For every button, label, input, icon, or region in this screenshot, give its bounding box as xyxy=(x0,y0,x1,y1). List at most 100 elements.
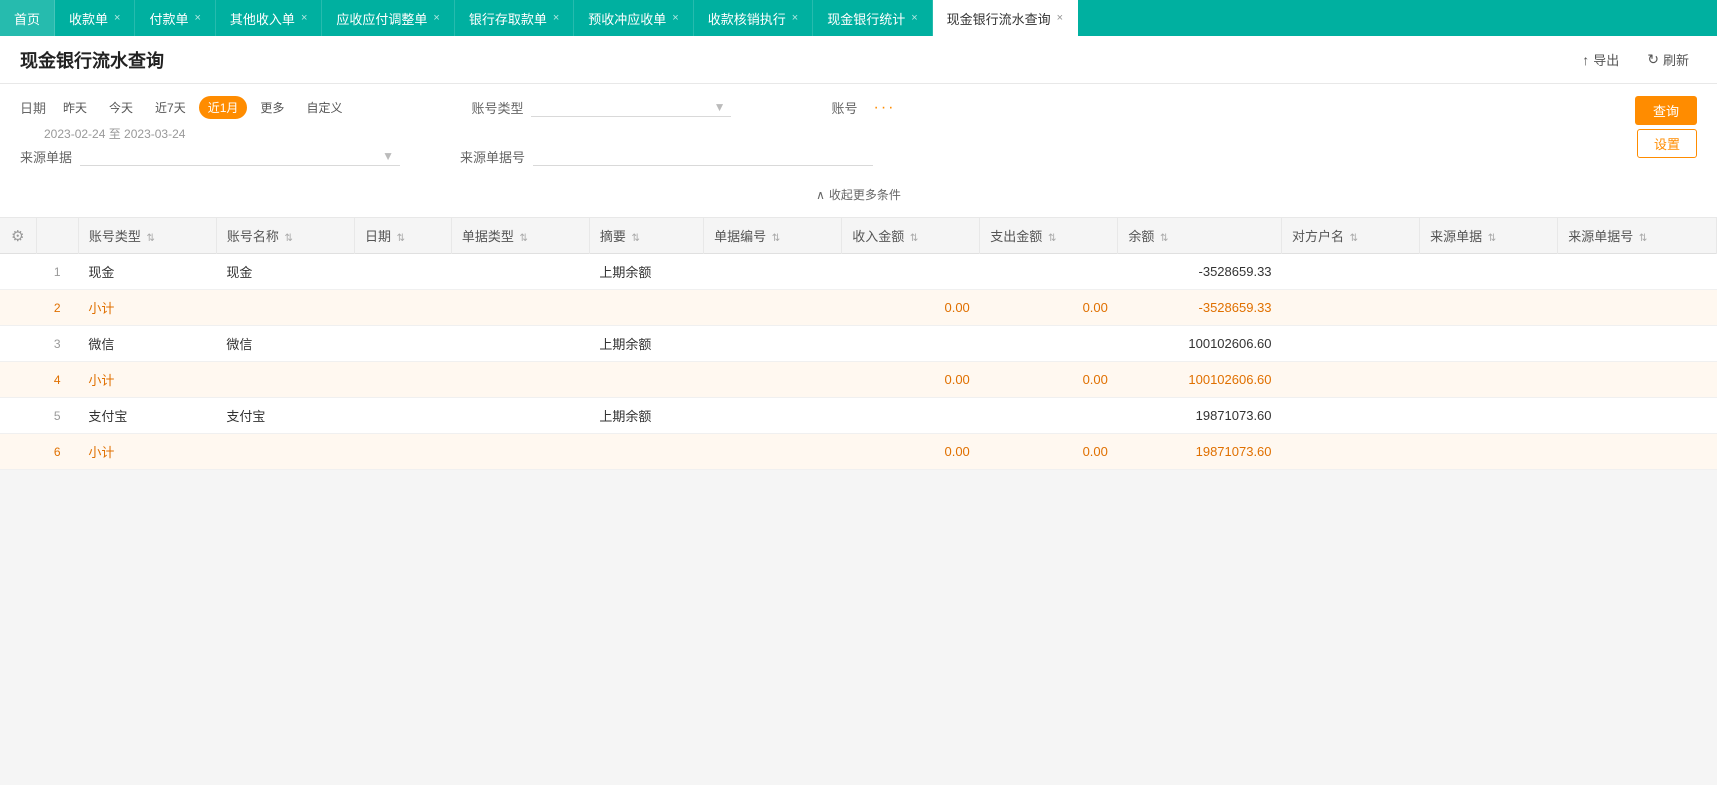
nav-verification[interactable]: 收款核销执行 × xyxy=(694,0,813,36)
chevron-down-icon-2: ▼ xyxy=(382,149,394,163)
close-icon[interactable]: × xyxy=(433,12,439,24)
settings-button[interactable]: 设置 xyxy=(1637,129,1697,158)
table-row[interactable]: 1现金现金上期余额-3528659.33 xyxy=(0,254,1717,290)
filter-actions: 查询 设置 xyxy=(1627,96,1697,158)
close-icon[interactable]: × xyxy=(301,12,307,24)
table-row[interactable]: 4小计0.000.00100102606.60 xyxy=(0,362,1717,398)
close-icon[interactable]: × xyxy=(194,12,200,24)
nav-prepayment[interactable]: 预收冲应收单 × xyxy=(574,0,693,36)
date-7days[interactable]: 近7天 xyxy=(146,96,195,119)
row-account-name: 支付宝 xyxy=(216,398,354,434)
row-summary xyxy=(589,362,703,398)
col-income[interactable]: 收入金额 ⇅ xyxy=(842,218,980,254)
row-source-doc xyxy=(1420,398,1558,434)
close-icon[interactable]: × xyxy=(672,12,678,24)
date-more[interactable]: 更多 xyxy=(251,96,293,119)
date-today[interactable]: 今天 xyxy=(100,96,142,119)
row-doc-number xyxy=(704,398,842,434)
row-balance: -3528659.33 xyxy=(1118,290,1282,326)
close-icon[interactable]: × xyxy=(1057,12,1063,24)
close-icon[interactable]: × xyxy=(114,12,120,24)
source-doc-select[interactable]: ▼ xyxy=(80,147,400,166)
sort-icon: ⇅ xyxy=(1350,233,1358,244)
col-date[interactable]: 日期 ⇅ xyxy=(354,218,451,254)
row-summary: 上期余额 xyxy=(589,254,703,290)
collapse-bar[interactable]: ∧ 收起更多条件 xyxy=(20,182,1697,209)
row-source-doc-num xyxy=(1558,326,1717,362)
table-row[interactable]: 2小计0.000.00-3528659.33 xyxy=(0,290,1717,326)
col-seq xyxy=(36,218,78,254)
nav-adjustment[interactable]: 应收应付调整单 × xyxy=(322,0,454,36)
nav-cashflow[interactable]: 现金银行流水查询 × xyxy=(933,0,1078,36)
col-doc-type[interactable]: 单据类型 ⇅ xyxy=(451,218,589,254)
row-doc-type xyxy=(451,434,589,470)
page-title: 现金银行流水查询 xyxy=(20,47,164,73)
top-nav: 首页 收款单 × 付款单 × 其他收入单 × 应收应付调整单 × 银行存取款单 … xyxy=(0,0,1717,36)
row-expense xyxy=(980,326,1118,362)
row-source-doc xyxy=(1420,434,1558,470)
refresh-button[interactable]: ↻ 刷新 xyxy=(1639,46,1697,73)
nav-stats[interactable]: 现金银行统计 × xyxy=(813,0,932,36)
row-income xyxy=(842,254,980,290)
close-icon[interactable]: × xyxy=(792,12,798,24)
row-checkbox xyxy=(0,398,36,434)
row-income xyxy=(842,398,980,434)
row-source-doc xyxy=(1420,290,1558,326)
source-doc-num-input[interactable] xyxy=(533,146,873,166)
chevron-down-icon: ▼ xyxy=(714,100,726,114)
account-type-label: 账号类型 xyxy=(471,98,523,117)
col-balance[interactable]: 余额 ⇅ xyxy=(1118,218,1282,254)
close-icon[interactable]: × xyxy=(553,12,559,24)
row-summary xyxy=(589,434,703,470)
col-account-name[interactable]: 账号名称 ⇅ xyxy=(216,218,354,254)
nav-receipt[interactable]: 收款单 × xyxy=(55,0,135,36)
date-shortcuts: 昨天 今天 近7天 近1月 更多 自定义 xyxy=(54,96,351,119)
col-counterpart[interactable]: 对方户名 ⇅ xyxy=(1282,218,1420,254)
row-expense xyxy=(980,398,1118,434)
query-button[interactable]: 查询 xyxy=(1635,96,1697,125)
row-doc-number xyxy=(704,434,842,470)
row-counterpart xyxy=(1282,254,1420,290)
row-expense: 0.00 xyxy=(980,434,1118,470)
col-account-type[interactable]: 账号类型 ⇅ xyxy=(78,218,216,254)
nav-other-income[interactable]: 其他收入单 × xyxy=(216,0,322,36)
col-source-doc[interactable]: 来源单据 ⇅ xyxy=(1420,218,1558,254)
col-expense[interactable]: 支出金额 ⇅ xyxy=(980,218,1118,254)
gear-icon[interactable]: ⚙ xyxy=(11,228,24,245)
nav-payment[interactable]: 付款单 × xyxy=(135,0,215,36)
row-checkbox xyxy=(0,434,36,470)
row-source-doc-num xyxy=(1558,362,1717,398)
date-yesterday[interactable]: 昨天 xyxy=(54,96,96,119)
sort-icon: ⇅ xyxy=(1488,233,1496,244)
row-counterpart xyxy=(1282,434,1420,470)
row-date xyxy=(354,254,451,290)
chevron-up-icon: ∧ xyxy=(816,188,825,202)
close-icon[interactable]: × xyxy=(911,12,917,24)
page-header: 现金银行流水查询 ↑ 导出 ↻ 刷新 xyxy=(0,36,1717,84)
table-row[interactable]: 3微信微信上期余额100102606.60 xyxy=(0,326,1717,362)
row-seq: 4 xyxy=(36,362,78,398)
export-button[interactable]: ↑ 导出 xyxy=(1574,46,1627,73)
date-custom[interactable]: 自定义 xyxy=(297,96,351,119)
row-summary: 上期余额 xyxy=(589,398,703,434)
row-doc-type xyxy=(451,326,589,362)
header-actions: ↑ 导出 ↻ 刷新 xyxy=(1574,46,1697,73)
col-doc-number[interactable]: 单据编号 ⇅ xyxy=(704,218,842,254)
row-account-type: 支付宝 xyxy=(78,398,216,434)
date-1month[interactable]: 近1月 xyxy=(199,96,248,119)
row-date xyxy=(354,326,451,362)
col-source-doc-num[interactable]: 来源单据号 ⇅ xyxy=(1558,218,1717,254)
nav-home[interactable]: 首页 xyxy=(0,0,55,36)
col-summary[interactable]: 摘要 ⇅ xyxy=(589,218,703,254)
row-balance: 100102606.60 xyxy=(1118,362,1282,398)
col-gear: ⚙ xyxy=(0,218,36,254)
table-row[interactable]: 5支付宝支付宝上期余额19871073.60 xyxy=(0,398,1717,434)
account-dots-button[interactable]: ··· xyxy=(873,99,895,117)
nav-bank-deposit[interactable]: 银行存取款单 × xyxy=(455,0,574,36)
account-type-select[interactable]: ▼ xyxy=(531,98,731,117)
account-label: 账号 xyxy=(831,98,857,117)
row-account-name: 微信 xyxy=(216,326,354,362)
row-doc-type xyxy=(451,362,589,398)
row-source-doc xyxy=(1420,254,1558,290)
table-row[interactable]: 6小计0.000.0019871073.60 xyxy=(0,434,1717,470)
